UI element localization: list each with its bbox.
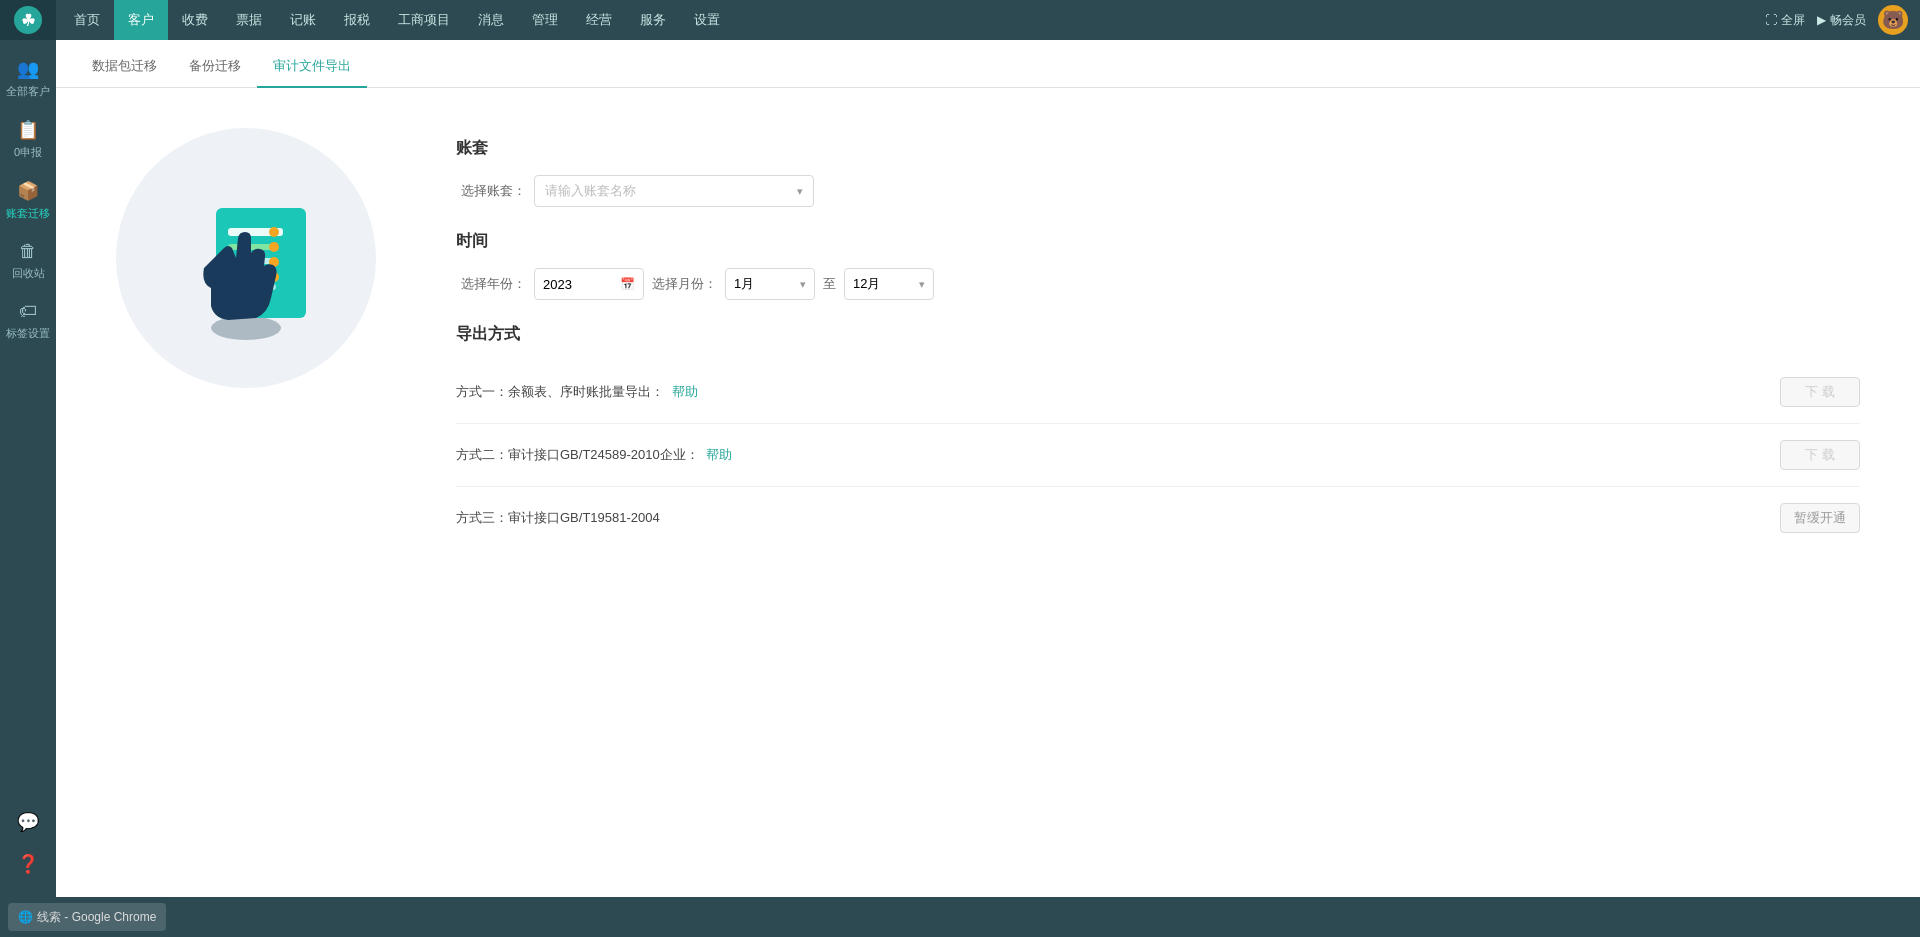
month-end-select[interactable]: 12月 ▾ <box>844 268 934 300</box>
export-method-1-row: 方式一：余额表、序时账批量导出： 帮助 下 载 <box>456 361 1860 424</box>
svg-point-8 <box>269 242 279 252</box>
main-content: 账套 选择账套： 请输入账套名称 ▾ 时间 选择年份： <box>56 88 1920 897</box>
calendar-icon: 📅 <box>620 277 635 291</box>
export-method-2-row: 方式二：审计接口GB/T24589-2010企业： 帮助 下 载 <box>456 424 1860 487</box>
form-area: 账套 选择账套： 请输入账套名称 ▾ 时间 选择年份： <box>456 128 1860 549</box>
taskbar: 🌐 线索 - Google Chrome <box>0 897 1920 937</box>
time-row: 2023 📅 选择月份： 1月 ▾ 至 12月 ▾ <box>534 268 934 300</box>
tab-data-migration[interactable]: 数据包迁移 <box>76 46 173 88</box>
export-method-3-desc: 方式三：审计接口GB/T19581-2004 <box>456 509 660 527</box>
time-section: 时间 选择年份： 2023 📅 选择月份： 1月 ▾ <box>456 231 1860 300</box>
nav-item-services[interactable]: 服务 <box>626 0 680 40</box>
account-form-row: 选择账套： 请输入账套名称 ▾ <box>456 175 1860 207</box>
export-method-2-help[interactable]: 帮助 <box>706 447 732 462</box>
vip-icon: ▶ <box>1817 13 1826 27</box>
fullscreen-icon: ⛶ <box>1765 13 1777 27</box>
sidebar-item-help[interactable]: ❓ <box>0 843 56 885</box>
sidebar-item-recycle[interactable]: 🗑 回收站 <box>0 231 56 291</box>
export-method-1-button[interactable]: 下 载 <box>1780 377 1860 407</box>
fullscreen-button[interactable]: ⛶ 全屏 <box>1765 12 1805 29</box>
sidebar-item-all-customers[interactable]: 👥 全部客户 <box>0 48 56 109</box>
sidebar: 👥 全部客户 📋 0申报 📦 账套迁移 🗑 回收站 🏷 标签设置 💬 ❓ <box>0 40 56 897</box>
export-method-3-row: 方式三：审计接口GB/T19581-2004 暂缓开通 <box>456 487 1860 549</box>
illustration-area <box>116 128 376 388</box>
export-method-2-desc: 方式二：审计接口GB/T24589-2010企业： 帮助 <box>456 446 732 464</box>
tab-backup-migration[interactable]: 备份迁移 <box>173 46 257 88</box>
vip-button[interactable]: ▶ 畅会员 <box>1817 12 1866 29</box>
export-method-1-help[interactable]: 帮助 <box>672 384 698 399</box>
zero-declaration-icon: 📋 <box>17 119 39 141</box>
year-input[interactable]: 2023 📅 <box>534 268 644 300</box>
month-start-select[interactable]: 1月 ▾ <box>725 268 815 300</box>
sidebar-item-zero-declaration[interactable]: 📋 0申报 <box>0 109 56 170</box>
account-migration-icon: 📦 <box>17 180 39 202</box>
account-label: 选择账套： <box>456 182 526 200</box>
logo[interactable]: ☘ <box>0 0 56 40</box>
account-placeholder: 请输入账套名称 <box>545 182 636 200</box>
sidebar-bottom: 💬 ❓ <box>0 801 56 897</box>
nav-items: 首页 客户 收费 票据 记账 报税 工商项目 消息 管理 经营 服务 设置 <box>56 0 1765 40</box>
export-section: 导出方式 方式一：余额表、序时账批量导出： 帮助 下 载 方式二：审计接口GB/… <box>456 324 1860 549</box>
all-customers-icon: 👥 <box>17 58 39 80</box>
nav-item-bookkeeping[interactable]: 记账 <box>276 0 330 40</box>
chrome-icon: 🌐 <box>18 910 33 924</box>
nav-item-billing[interactable]: 收费 <box>168 0 222 40</box>
chat-icon: 💬 <box>17 811 39 833</box>
nav-item-customer[interactable]: 客户 <box>114 0 168 40</box>
export-method-2-button[interactable]: 下 载 <box>1780 440 1860 470</box>
illustration-svg <box>156 158 336 358</box>
illustration-circle <box>116 128 376 388</box>
nav-item-invoice[interactable]: 票据 <box>222 0 276 40</box>
tag-icon: 🏷 <box>19 301 37 322</box>
time-section-title: 时间 <box>456 231 1860 252</box>
month-end-chevron-icon: ▾ <box>919 278 925 291</box>
nav-item-manage[interactable]: 管理 <box>518 0 572 40</box>
month-label: 选择月份： <box>652 275 717 293</box>
logo-icon: ☘ <box>14 6 42 34</box>
export-method-3-button[interactable]: 暂缓开通 <box>1780 503 1860 533</box>
sidebar-item-chat[interactable]: 💬 <box>0 801 56 843</box>
content-area: 数据包迁移 备份迁移 审计文件导出 <box>56 40 1920 897</box>
account-section-title: 账套 <box>456 138 1860 159</box>
sidebar-item-account-migration[interactable]: 📦 账套迁移 <box>0 170 56 231</box>
nav-item-home[interactable]: 首页 <box>60 0 114 40</box>
nav-item-messages[interactable]: 消息 <box>464 0 518 40</box>
nav-item-operations[interactable]: 经营 <box>572 0 626 40</box>
svg-point-0 <box>211 316 281 340</box>
help-icon: ❓ <box>17 853 39 875</box>
month-start-chevron-icon: ▾ <box>800 278 806 291</box>
chevron-down-icon: ▾ <box>797 185 803 198</box>
taskbar-chrome-item[interactable]: 🌐 线索 - Google Chrome <box>8 903 166 931</box>
year-label: 选择年份： <box>456 275 526 293</box>
time-form-row: 选择年份： 2023 📅 选择月份： 1月 ▾ 至 <box>456 268 1860 300</box>
tab-audit-export[interactable]: 审计文件导出 <box>257 46 367 88</box>
to-text: 至 <box>823 275 836 293</box>
nav-item-settings[interactable]: 设置 <box>680 0 734 40</box>
top-nav: ☘ 首页 客户 收费 票据 记账 报税 工商项目 消息 管理 经营 服务 设置 … <box>0 0 1920 40</box>
export-section-title: 导出方式 <box>456 324 1860 345</box>
tab-bar: 数据包迁移 备份迁移 审计文件导出 <box>56 40 1920 88</box>
sidebar-item-tag-settings[interactable]: 🏷 标签设置 <box>0 291 56 351</box>
nav-item-tax[interactable]: 报税 <box>330 0 384 40</box>
main-layout: 👥 全部客户 📋 0申报 📦 账套迁移 🗑 回收站 🏷 标签设置 💬 ❓ <box>0 40 1920 897</box>
avatar[interactable]: 🐻 <box>1878 5 1908 35</box>
account-select[interactable]: 请输入账套名称 ▾ <box>534 175 814 207</box>
svg-point-7 <box>269 227 279 237</box>
export-method-1-desc: 方式一：余额表、序时账批量导出： 帮助 <box>456 383 698 401</box>
nav-item-business[interactable]: 工商项目 <box>384 0 464 40</box>
nav-right: ⛶ 全屏 ▶ 畅会员 🐻 <box>1765 5 1920 35</box>
recycle-icon: 🗑 <box>19 241 37 262</box>
account-section: 账套 选择账套： 请输入账套名称 ▾ <box>456 138 1860 207</box>
